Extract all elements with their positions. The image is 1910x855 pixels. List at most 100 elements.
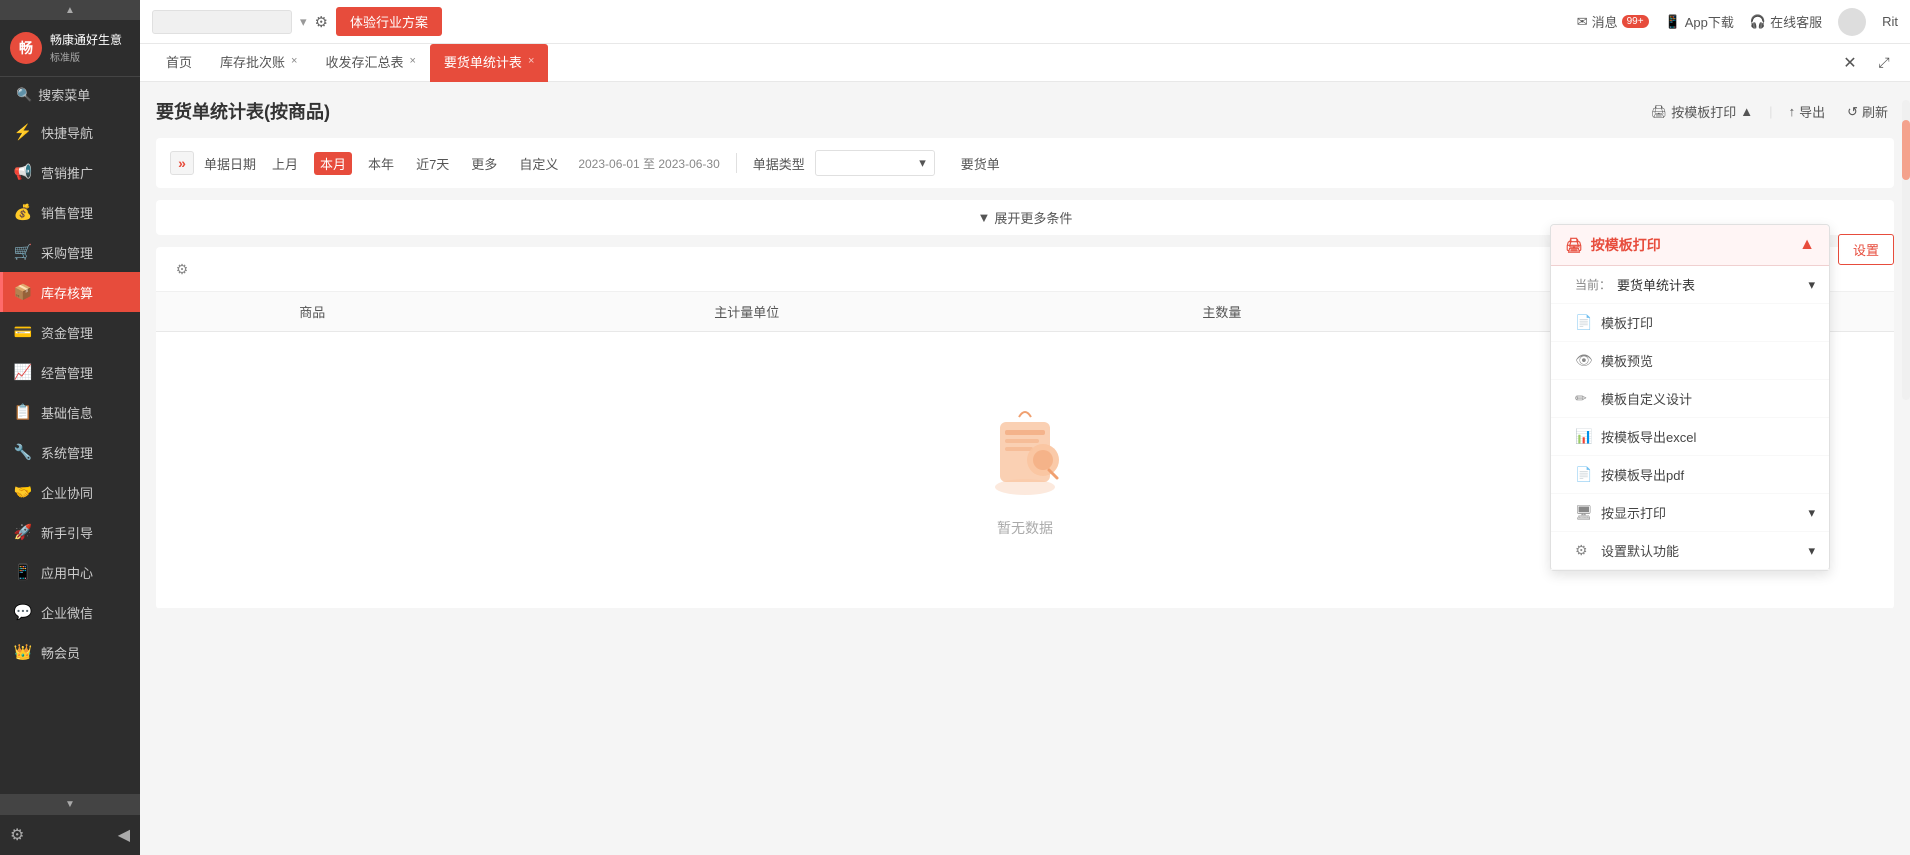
print-dropdown-item-模板自定义[interactable]: ✏ 模板自定义设计 xyxy=(1551,380,1829,418)
expand-more-button[interactable]: ▼ 展开更多条件 xyxy=(978,208,1073,227)
messages-item[interactable]: ✉ 消息 99+ xyxy=(1577,12,1649,31)
sidebar-item-应用中心[interactable]: 📱 应用中心 xyxy=(0,552,140,592)
system-icon: 🔧 xyxy=(13,442,33,462)
sidebar: ▲ 畅 畅康通好生意 标准版 🔍 搜索菜单 ⚡ 快捷导航 📢 营销推广 💰 销售… xyxy=(0,0,140,855)
filter-expand-button[interactable]: » xyxy=(170,151,194,175)
print-dropdown-item-label: 模板打印 xyxy=(1601,313,1653,332)
category-filter-label: 要货单 xyxy=(961,154,1000,173)
sidebar-item-label: 库存核算 xyxy=(41,283,93,302)
current-chevron-icon: ▾ xyxy=(1808,277,1815,293)
sidebar-item-企业微信[interactable]: 💬 企业微信 xyxy=(0,592,140,632)
sidebar-item-资金管理[interactable]: 💳 资金管理 xyxy=(0,312,140,352)
group-left: ⚙ 设置默认功能 xyxy=(1575,541,1679,560)
tab-label: 库存批次账 xyxy=(220,52,285,71)
print-dropdown-group-按显示打印[interactable]: 🖥 按显示打印 ▾ xyxy=(1551,494,1829,532)
page-actions: 🖨 按模板打印 ▲ | ↑ 导出 ↺ 刷新 xyxy=(1645,98,1894,125)
print-dropdown-group-设置默认[interactable]: ⚙ 设置默认功能 ▾ xyxy=(1551,532,1829,570)
tab-home[interactable]: 首页 xyxy=(152,44,206,82)
guide-icon: 🚀 xyxy=(13,522,33,542)
online-service-item[interactable]: 🎧 在线客服 xyxy=(1750,12,1822,31)
group-label: 设置默认功能 xyxy=(1601,541,1679,560)
export-button[interactable]: ↑ 导出 xyxy=(1783,98,1832,125)
tab-receipt-summary[interactable]: 收发存汇总表 × xyxy=(311,44,429,82)
username-label: Rit xyxy=(1882,14,1898,29)
tabs-close-button[interactable]: ✕ xyxy=(1836,49,1864,77)
tab-inventory-batch[interactable]: 库存批次账 × xyxy=(206,44,311,82)
col-quantity: 主数量 xyxy=(1025,292,1419,332)
sidebar-search[interactable]: 🔍 搜索菜单 xyxy=(0,77,140,112)
topbar-search-input[interactable] xyxy=(152,10,292,34)
trial-button[interactable]: 体验行业方案 xyxy=(336,7,442,36)
tab-close-icon[interactable]: × xyxy=(528,56,534,67)
tab-close-icon[interactable]: × xyxy=(291,56,297,67)
sidebar-scroll-down[interactable]: ▼ xyxy=(0,794,140,814)
date-current-year-btn[interactable]: 本年 xyxy=(362,152,400,175)
refresh-button[interactable]: ↺ 刷新 xyxy=(1841,98,1894,125)
type-select[interactable]: ▾ xyxy=(815,150,935,176)
sidebar-item-库存核算[interactable]: 📦 库存核算 xyxy=(0,272,140,312)
topbar-chevron-icon[interactable]: ▾ xyxy=(300,14,307,30)
tab-order-stats[interactable]: 要货单统计表 × xyxy=(430,44,548,82)
print-dropdown-item-模板预览[interactable]: 👁 模板预览 xyxy=(1551,342,1829,380)
sidebar-item-经营管理[interactable]: 📈 经营管理 xyxy=(0,352,140,392)
default-settings-icon: ⚙ xyxy=(1575,542,1591,559)
date-more-btn[interactable]: 更多 xyxy=(465,152,503,175)
app-edition: 标准版 xyxy=(50,49,122,64)
app-download-item[interactable]: 📱 App下载 xyxy=(1665,12,1734,31)
management-icon: 📈 xyxy=(13,362,33,382)
member-icon: 👑 xyxy=(13,642,33,662)
sidebar-item-基础信息[interactable]: 📋 基础信息 xyxy=(0,392,140,432)
page-title: 要货单统计表(按商品) xyxy=(156,98,1894,124)
print-dropdown-item-导出excel[interactable]: 📊 按模板导出excel xyxy=(1551,418,1829,456)
type-filter-label: 单据类型 xyxy=(753,154,805,173)
display-print-icon: 🖥 xyxy=(1575,504,1591,521)
print-dropdown-collapse-icon[interactable]: ▲ xyxy=(1799,236,1815,254)
current-label: 当前： xyxy=(1575,276,1611,293)
print-dropdown-current-left: 当前： 要货单统计表 xyxy=(1575,275,1695,294)
sidebar-item-畅会员[interactable]: 👑 畅会员 xyxy=(0,632,140,672)
print-dropdown-item-模板打印[interactable]: 📄 模板打印 xyxy=(1551,304,1829,342)
sidebar-item-企业协同[interactable]: 🤝 企业协同 xyxy=(0,472,140,512)
design-icon: ✏ xyxy=(1575,390,1591,407)
tab-close-icon[interactable]: × xyxy=(409,56,415,67)
sidebar-nav: ⚡ 快捷导航 📢 营销推广 💰 销售管理 🛒 采购管理 📦 库存核算 💳 资金管… xyxy=(0,112,140,794)
col-product: 商品 xyxy=(156,292,469,332)
print-template-button[interactable]: 🖨 按模板打印 ▲ xyxy=(1645,98,1759,125)
excel-icon: 📊 xyxy=(1575,428,1591,445)
sidebar-item-营销推广[interactable]: 📢 营销推广 xyxy=(0,152,140,192)
date-filter-label: 单据日期 xyxy=(204,154,256,173)
appstore-icon: 📱 xyxy=(13,562,33,582)
print-dropdown-header[interactable]: 🖨 按模板打印 ▲ xyxy=(1551,225,1829,266)
topbar-settings-icon[interactable]: ⚙ xyxy=(315,13,328,31)
col-unit: 主计量单位 xyxy=(469,292,1025,332)
sidebar-settings-icon[interactable]: ⚙ xyxy=(10,825,24,845)
printer-menu-icon: 🖨 xyxy=(1565,237,1583,254)
date-current-month-btn[interactable]: 本月 xyxy=(314,152,352,175)
date-prev-month-btn[interactable]: 上月 xyxy=(266,152,304,175)
sidebar-item-采购管理[interactable]: 🛒 采购管理 xyxy=(0,232,140,272)
print-dropdown-current[interactable]: 当前： 要货单统计表 ▾ xyxy=(1551,266,1829,304)
sidebar-scroll-up[interactable]: ▲ xyxy=(0,0,140,20)
group-chevron-icon: ▾ xyxy=(1808,505,1815,521)
right-scrollbar[interactable] xyxy=(1902,100,1910,400)
settings-right-button[interactable]: 设置 xyxy=(1838,234,1894,265)
sidebar-item-销售管理[interactable]: 💰 销售管理 xyxy=(0,192,140,232)
print-dropdown-item-label: 模板自定义设计 xyxy=(1601,389,1692,408)
app-download-label: App下载 xyxy=(1685,12,1734,31)
sidebar-item-快捷导航[interactable]: ⚡ 快捷导航 xyxy=(0,112,140,152)
sidebar-search-label: 搜索菜单 xyxy=(38,85,90,104)
app-name: 畅康通好生意 xyxy=(50,32,122,49)
user-avatar[interactable] xyxy=(1838,8,1866,36)
sidebar-collapse-icon[interactable]: ◀ xyxy=(118,825,130,845)
finance-icon: 💳 xyxy=(13,322,33,342)
date-7days-btn[interactable]: 近7天 xyxy=(410,152,455,175)
page-content: 要货单统计表(按商品) 🖨 按模板打印 ▲ | ↑ 导出 ↺ 刷新 » 单据日期 xyxy=(140,82,1910,855)
sidebar-item-系统管理[interactable]: 🔧 系统管理 xyxy=(0,432,140,472)
tabs-expand-button[interactable]: ⤢ xyxy=(1870,49,1898,77)
table-settings-button[interactable]: ⚙ xyxy=(168,255,196,283)
sidebar-item-新手引导[interactable]: 🚀 新手引导 xyxy=(0,512,140,552)
date-custom-btn[interactable]: 自定义 xyxy=(513,152,564,175)
sales-icon: 💰 xyxy=(13,202,33,222)
print-dropdown-item-导出pdf[interactable]: 📄 按模板导出pdf xyxy=(1551,456,1829,494)
wechat-icon: 💬 xyxy=(13,602,33,622)
